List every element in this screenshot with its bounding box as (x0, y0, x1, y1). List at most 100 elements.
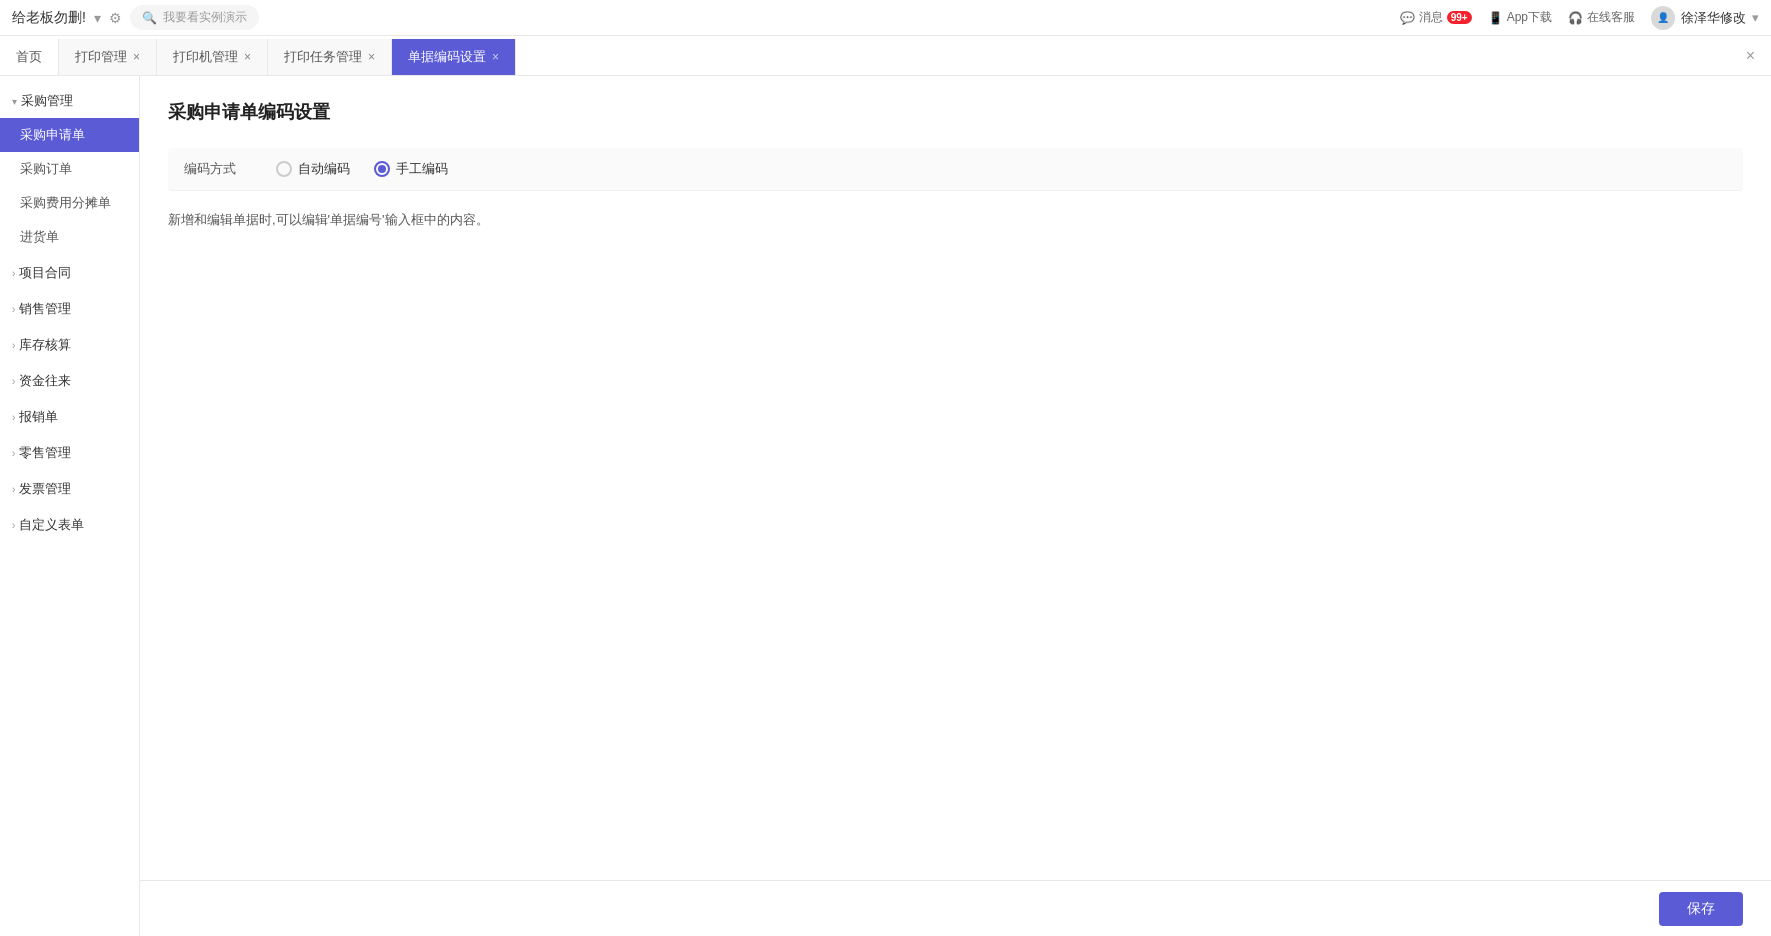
sidebar-group-project-contract-title[interactable]: › 项目合同 (0, 256, 139, 290)
content-main: 采购申请单编码设置 编码方式 自动编码 手工编码 新增和编辑单据时,可以编辑'单… (140, 76, 1771, 880)
sidebar-group-invoice-title[interactable]: › 发票管理 (0, 472, 139, 506)
sidebar-item-purchase-expense-label: 采购费用分摊单 (20, 195, 111, 210)
tab-single-code-label: 单据编码设置 (408, 48, 486, 66)
sidebar-group-invoice-label: 发票管理 (19, 480, 71, 498)
radio-manual-code-label: 手工编码 (396, 160, 448, 178)
save-button[interactable]: 保存 (1659, 892, 1743, 926)
sidebar-group-returns: › 报销单 (0, 400, 139, 434)
sidebar-group-custom-forms-label: 自定义表单 (19, 516, 84, 534)
arrow-right-icon-inventory: › (12, 340, 15, 351)
window-close-btn[interactable]: × (1730, 47, 1771, 65)
search-placeholder: 我要看实例演示 (163, 9, 247, 26)
tab-home[interactable]: 首页 (0, 39, 59, 75)
top-bar-right: 💬 消息 99+ 📱 App下载 🎧 在线客服 👤 徐泽华修改 ▾ (1400, 6, 1759, 30)
arrow-right-icon-invoice: › (12, 484, 15, 495)
sidebar-group-capital-label: 资金往来 (19, 372, 71, 390)
sidebar-item-goods-receipt[interactable]: 进货单 (0, 220, 139, 254)
arrow-right-icon-custom: › (12, 520, 15, 531)
arrow-right-icon-retail: › (12, 448, 15, 459)
radio-auto-code-label: 自动编码 (298, 160, 350, 178)
username: 徐泽华修改 (1681, 9, 1746, 27)
sidebar-item-purchase-request[interactable]: 采购申请单 (0, 118, 139, 152)
sidebar-group-custom-forms: › 自定义表单 (0, 508, 139, 542)
sidebar-item-purchase-request-label: 采购申请单 (20, 127, 85, 142)
message-label: 消息 (1419, 9, 1443, 26)
sidebar-group-sales-label: 销售管理 (19, 300, 71, 318)
user-area[interactable]: 👤 徐泽华修改 ▾ (1651, 6, 1759, 30)
sidebar-group-retail-label: 零售管理 (19, 444, 71, 462)
message-icon: 💬 (1400, 11, 1415, 25)
encoding-label: 编码方式 (184, 160, 244, 178)
radio-manual-code-circle[interactable] (374, 161, 390, 177)
avatar: 👤 (1651, 6, 1675, 30)
tab-print-task-label: 打印任务管理 (284, 48, 362, 66)
dropdown-icon[interactable]: ▾ (94, 10, 101, 26)
top-bar-left: 给老板勿删! ▾ ⚙ 🔍 我要看实例演示 (12, 5, 259, 30)
sidebar-group-sales: › 销售管理 (0, 292, 139, 326)
arrow-right-icon-returns: › (12, 412, 15, 423)
settings-icon[interactable]: ⚙ (109, 10, 122, 26)
search-icon: 🔍 (142, 11, 157, 25)
sidebar-group-purchase-title[interactable]: ▾ 采购管理 (0, 84, 139, 118)
sidebar-item-purchase-expense[interactable]: 采购费用分摊单 (0, 186, 139, 220)
appdownload-icon: 📱 (1488, 11, 1503, 25)
tab-printer-mgmt[interactable]: 打印机管理 × (157, 39, 268, 75)
search-bar[interactable]: 🔍 我要看实例演示 (130, 5, 259, 30)
tab-print-task-close[interactable]: × (368, 50, 375, 64)
arrow-down-icon: ▾ (12, 96, 17, 107)
radio-auto-code[interactable]: 自动编码 (276, 160, 350, 178)
page-title: 采购申请单编码设置 (168, 100, 1743, 124)
sidebar-group-returns-label: 报销单 (19, 408, 58, 426)
sidebar-group-purchase-label: 采购管理 (21, 92, 73, 110)
sidebar-group-inventory: › 库存核算 (0, 328, 139, 362)
sidebar-item-purchase-order-label: 采购订单 (20, 161, 72, 176)
service-label: 在线客服 (1587, 9, 1635, 26)
service-icon: 🎧 (1568, 11, 1583, 25)
sidebar-item-goods-receipt-label: 进货单 (20, 229, 59, 244)
message-badge: 99+ (1447, 11, 1472, 24)
radio-manual-code[interactable]: 手工编码 (374, 160, 448, 178)
sidebar-group-invoice: › 发票管理 (0, 472, 139, 506)
sidebar-group-purchase: ▾ 采购管理 采购申请单 采购订单 采购费用分摊单 进货单 (0, 84, 139, 254)
encoding-row: 编码方式 自动编码 手工编码 (168, 148, 1743, 191)
message-btn[interactable]: 💬 消息 99+ (1400, 9, 1472, 26)
content-area: 采购申请单编码设置 编码方式 自动编码 手工编码 新增和编辑单据时,可以编辑'单… (140, 76, 1771, 936)
content-footer: 保存 (140, 880, 1771, 936)
sidebar-group-sales-title[interactable]: › 销售管理 (0, 292, 139, 326)
appdownload-btn[interactable]: 📱 App下载 (1488, 9, 1552, 26)
arrow-right-icon-project: › (12, 268, 15, 279)
service-btn[interactable]: 🎧 在线客服 (1568, 9, 1635, 26)
tab-print-mgmt[interactable]: 打印管理 × (59, 39, 157, 75)
radio-auto-code-circle[interactable] (276, 161, 292, 177)
tab-bar: 首页 打印管理 × 打印机管理 × 打印任务管理 × 单据编码设置 × × (0, 36, 1771, 76)
main-layout: ▾ 采购管理 采购申请单 采购订单 采购费用分摊单 进货单 › 项目合同 (0, 76, 1771, 936)
arrow-right-icon-capital: › (12, 376, 15, 387)
top-bar: 给老板勿删! ▾ ⚙ 🔍 我要看实例演示 💬 消息 99+ 📱 App下载 🎧 … (0, 0, 1771, 36)
tab-printer-mgmt-label: 打印机管理 (173, 48, 238, 66)
radio-group: 自动编码 手工编码 (276, 160, 448, 178)
hint-text: 新增和编辑单据时,可以编辑'单据编号'输入框中的内容。 (168, 211, 1743, 229)
tab-single-code[interactable]: 单据编码设置 × (392, 39, 516, 75)
sidebar-group-project-contract: › 项目合同 (0, 256, 139, 290)
user-dropdown-icon: ▾ (1752, 10, 1759, 25)
sidebar-group-retail-title[interactable]: › 零售管理 (0, 436, 139, 470)
sidebar-group-project-contract-label: 项目合同 (19, 264, 71, 282)
tab-printer-mgmt-close[interactable]: × (244, 50, 251, 64)
sidebar-group-capital: › 资金往来 (0, 364, 139, 398)
tab-single-code-close[interactable]: × (492, 50, 499, 64)
tab-home-label: 首页 (16, 48, 42, 66)
tab-print-mgmt-label: 打印管理 (75, 48, 127, 66)
sidebar-group-custom-forms-title[interactable]: › 自定义表单 (0, 508, 139, 542)
sidebar-group-inventory-title[interactable]: › 库存核算 (0, 328, 139, 362)
appdownload-label: App下载 (1507, 9, 1552, 26)
sidebar-group-inventory-label: 库存核算 (19, 336, 71, 354)
sidebar-group-capital-title[interactable]: › 资金往来 (0, 364, 139, 398)
sidebar-group-retail: › 零售管理 (0, 436, 139, 470)
arrow-right-icon-sales: › (12, 304, 15, 315)
tab-print-task[interactable]: 打印任务管理 × (268, 39, 392, 75)
sidebar-item-purchase-order[interactable]: 采购订单 (0, 152, 139, 186)
top-bar-title: 给老板勿删! (12, 9, 86, 27)
tab-print-mgmt-close[interactable]: × (133, 50, 140, 64)
sidebar-group-returns-title[interactable]: › 报销单 (0, 400, 139, 434)
sidebar: ▾ 采购管理 采购申请单 采购订单 采购费用分摊单 进货单 › 项目合同 (0, 76, 140, 936)
